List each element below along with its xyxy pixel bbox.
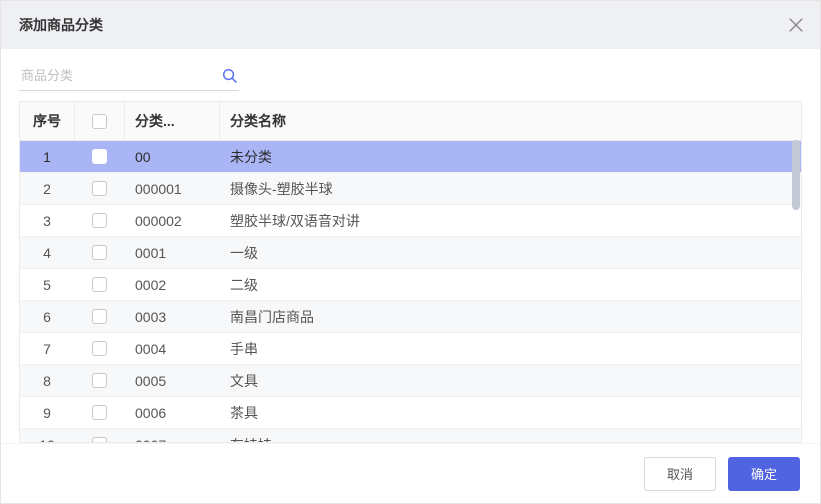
row-code: 0002: [125, 269, 220, 300]
close-button[interactable]: [786, 15, 806, 35]
table-row[interactable]: 6 0003南昌门店商品: [20, 301, 801, 333]
row-code: 0005: [125, 365, 220, 396]
table-row[interactable]: 1 00未分类: [20, 141, 801, 173]
dialog-body: 序号 分类... 分类名称 1 00未分类 2 000001摄像头-塑胶半球 3 0000…: [1, 49, 820, 443]
row-index: 5: [20, 269, 75, 300]
row-checkbox[interactable]: [92, 309, 107, 324]
row-index: 2: [20, 173, 75, 204]
row-code: 0006: [125, 397, 220, 428]
search-input[interactable]: [19, 64, 219, 87]
row-checkbox-cell: [75, 397, 125, 428]
row-index: 10: [20, 429, 75, 442]
row-name: 茶具: [220, 397, 801, 428]
row-checkbox[interactable]: [92, 149, 107, 164]
row-name: 塑胶半球/双语音对讲: [220, 205, 801, 236]
row-checkbox-cell: [75, 269, 125, 300]
row-checkbox-cell: [75, 173, 125, 204]
row-index: 4: [20, 237, 75, 268]
table-row[interactable]: 10 0007布娃娃: [20, 429, 801, 442]
row-checkbox[interactable]: [92, 213, 107, 228]
row-code: 00: [125, 141, 220, 172]
search-icon: [222, 68, 237, 83]
row-index: 1: [20, 141, 75, 172]
dialog-title: 添加商品分类: [19, 15, 103, 35]
row-checkbox[interactable]: [92, 277, 107, 292]
row-index: 3: [20, 205, 75, 236]
search-field-wrap: [19, 61, 239, 91]
row-checkbox-cell: [75, 205, 125, 236]
row-checkbox[interactable]: [92, 373, 107, 388]
row-code: 0007: [125, 429, 220, 442]
row-checkbox[interactable]: [92, 405, 107, 420]
row-checkbox-cell: [75, 237, 125, 268]
select-all-checkbox[interactable]: [92, 114, 107, 129]
row-name: 二级: [220, 269, 801, 300]
col-header-index: 序号: [20, 102, 75, 140]
table-row[interactable]: 7 0004手串: [20, 333, 801, 365]
row-name: 文具: [220, 365, 801, 396]
row-checkbox[interactable]: [92, 437, 107, 442]
table-row[interactable]: 5 0002二级: [20, 269, 801, 301]
col-header-checkbox: [75, 102, 125, 140]
add-category-dialog: 添加商品分类 序号 分类... 分类名称: [0, 0, 821, 504]
col-header-name: 分类名称: [220, 102, 801, 140]
row-checkbox-cell: [75, 365, 125, 396]
confirm-button[interactable]: 确定: [728, 457, 800, 491]
table-row[interactable]: 3 000002塑胶半球/双语音对讲: [20, 205, 801, 237]
col-header-code: 分类...: [125, 102, 220, 140]
table-row[interactable]: 2 000001摄像头-塑胶半球: [20, 173, 801, 205]
table-body[interactable]: 1 00未分类 2 000001摄像头-塑胶半球 3 000002塑胶半球/双语音对讲 4 0…: [20, 141, 801, 442]
row-checkbox[interactable]: [92, 245, 107, 260]
row-name: 手串: [220, 333, 801, 364]
row-code: 0004: [125, 333, 220, 364]
row-code: 000002: [125, 205, 220, 236]
dialog-footer: 取消 确定: [1, 443, 820, 503]
row-name: 布娃娃: [220, 429, 801, 442]
row-checkbox-cell: [75, 301, 125, 332]
cancel-button[interactable]: 取消: [644, 457, 716, 491]
category-table: 序号 分类... 分类名称 1 00未分类 2 000001摄像头-塑胶半球 3 0000…: [19, 101, 802, 443]
row-index: 7: [20, 333, 75, 364]
row-checkbox-cell: [75, 333, 125, 364]
row-index: 6: [20, 301, 75, 332]
row-code: 0003: [125, 301, 220, 332]
row-name: 摄像头-塑胶半球: [220, 173, 801, 204]
row-index: 8: [20, 365, 75, 396]
row-code: 000001: [125, 173, 220, 204]
row-name: 未分类: [220, 141, 801, 172]
row-name: 南昌门店商品: [220, 301, 801, 332]
row-checkbox-cell: [75, 429, 125, 442]
row-checkbox[interactable]: [92, 181, 107, 196]
row-name: 一级: [220, 237, 801, 268]
close-icon: [789, 18, 803, 32]
row-code: 0001: [125, 237, 220, 268]
search-button[interactable]: [219, 66, 239, 86]
table-row[interactable]: 4 0001一级: [20, 237, 801, 269]
table-header-row: 序号 分类... 分类名称: [20, 102, 801, 141]
dialog-header: 添加商品分类: [1, 1, 820, 49]
table-row[interactable]: 9 0006茶具: [20, 397, 801, 429]
row-checkbox[interactable]: [92, 341, 107, 356]
row-checkbox-cell: [75, 141, 125, 172]
table-row[interactable]: 8 0005文具: [20, 365, 801, 397]
row-index: 9: [20, 397, 75, 428]
